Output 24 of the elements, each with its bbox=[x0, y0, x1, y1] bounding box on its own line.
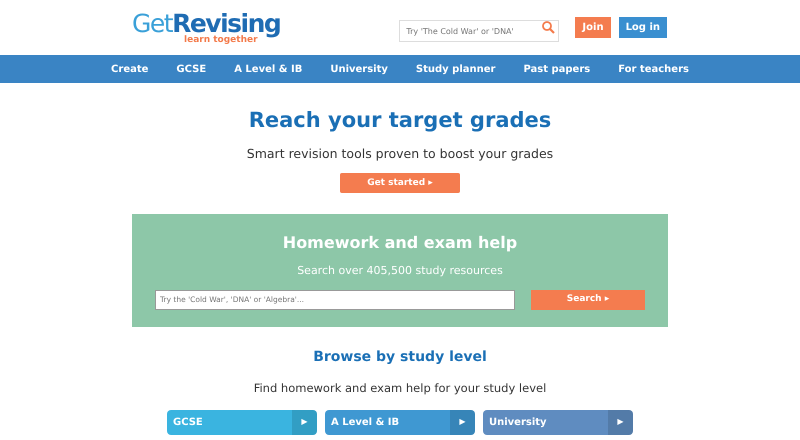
get-started-button[interactable]: Get started ▸ bbox=[340, 173, 460, 194]
nav-link[interactable]: Study planner bbox=[416, 62, 496, 76]
logo-tagline: learn together bbox=[184, 36, 258, 44]
nav-link[interactable]: Create bbox=[111, 62, 148, 76]
login-button[interactable]: Log in bbox=[618, 17, 667, 38]
panel-subtitle: Search over 405,500 study resources bbox=[297, 263, 503, 280]
join-button[interactable]: Join bbox=[575, 17, 611, 38]
level-button[interactable]: GCSE ▶ bbox=[167, 410, 317, 434]
level-button[interactable]: University ▶ bbox=[483, 410, 633, 434]
panel-title: Homework and exam help bbox=[282, 232, 518, 254]
logo-text[interactable]: Get bbox=[132, 10, 172, 36]
nav-link[interactable]: Past papers bbox=[523, 62, 590, 76]
nav-link[interactable]: A Level & IB bbox=[234, 62, 302, 76]
search-button[interactable]: Search ▸ bbox=[531, 290, 645, 310]
hero-subtitle: Smart revision tools proven to boost your grades bbox=[246, 144, 554, 163]
hero-title: Reach your target grades bbox=[248, 107, 552, 134]
nav-link[interactable]: University bbox=[330, 62, 388, 76]
search-icon[interactable] bbox=[542, 20, 556, 34]
nav-link[interactable]: For teachers bbox=[618, 62, 689, 76]
logo-text[interactable]: Revising bbox=[172, 10, 280, 36]
section-title: Browse by study level bbox=[313, 348, 487, 368]
section-subtitle: Find homework and exam help for your study level bbox=[254, 380, 546, 398]
level-button[interactable]: A Level & IB ▶ bbox=[325, 410, 475, 434]
nav-link[interactable]: GCSE bbox=[176, 62, 206, 76]
